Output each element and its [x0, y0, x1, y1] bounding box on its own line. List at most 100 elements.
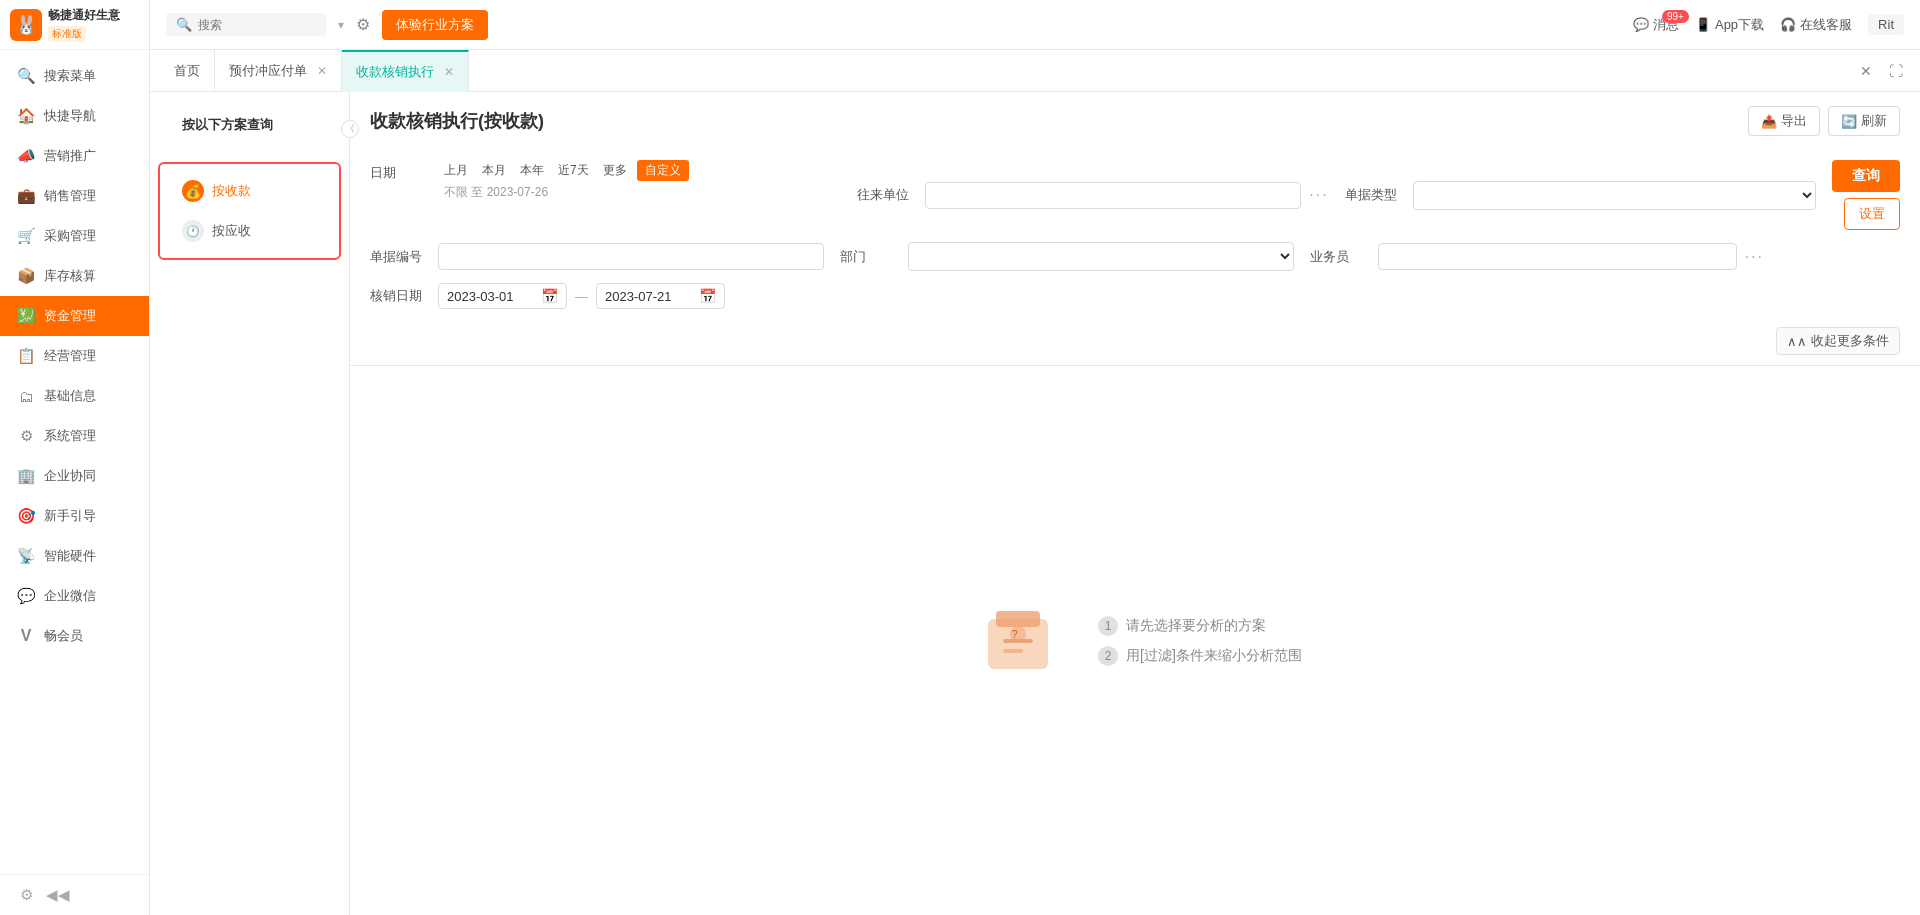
- refresh-button[interactable]: 🔄 刷新: [1828, 106, 1900, 136]
- filter-row-3: 核销日期 📅 — 📅: [350, 277, 1920, 319]
- inventory-icon: 📦: [16, 266, 36, 286]
- salesperson-dots[interactable]: ···: [1745, 248, 1764, 266]
- tab-prepay-label: 预付冲应付单: [229, 62, 307, 80]
- page-title-row: 收款核销执行(按收款) 📤 导出 🔄 刷新: [350, 92, 1920, 136]
- tab-close-all-icon[interactable]: ✕: [1852, 57, 1880, 85]
- message-icon-item[interactable]: 💬 消息 99+: [1633, 16, 1679, 34]
- message-badge: 99+: [1662, 10, 1689, 23]
- verify-date-filter-group: 核销日期 📅 — 📅: [370, 283, 725, 309]
- empty-illustration: ?: [968, 589, 1068, 692]
- collapse-sidebar-icon[interactable]: ◀◀: [48, 885, 68, 905]
- user-avatar[interactable]: Rit: [1868, 14, 1904, 35]
- receipt-icon: 💰: [182, 180, 204, 202]
- collapse-more-button[interactable]: ∧∧ 收起更多条件: [1776, 327, 1900, 355]
- topbar-search-box[interactable]: 🔍: [166, 13, 326, 36]
- settings-footer-icon[interactable]: ⚙: [16, 885, 36, 905]
- topbar-dropdown-icon[interactable]: ▾: [338, 18, 344, 32]
- content-area: 按以下方案查询 《 💰 按收款 🕐 按应收 收款核销执行(按收款): [150, 92, 1920, 915]
- tab-expand-icon[interactable]: ⛶: [1882, 57, 1910, 85]
- date-tab-custom[interactable]: 自定义: [637, 160, 689, 181]
- app-logo: 🐰 畅捷通好生意 标准版: [0, 0, 149, 50]
- left-panel: 按以下方案查询 《 💰 按收款 🕐 按应收: [150, 92, 350, 915]
- logo-text-wrapper: 畅捷通好生意 标准版: [48, 7, 120, 42]
- export-button[interactable]: 📤 导出: [1748, 106, 1820, 136]
- solution-button[interactable]: 体验行业方案: [382, 10, 488, 40]
- sidebar-item-sales-label: 销售管理: [44, 187, 96, 205]
- left-panel-item-by-receipt[interactable]: 💰 按收款: [166, 172, 333, 210]
- tip-num-2: 2: [1098, 646, 1118, 666]
- verify-date-start-wrapper[interactable]: 📅: [438, 283, 567, 309]
- sidebar-item-sales[interactable]: 💼 销售管理: [0, 176, 149, 216]
- sidebar-item-inventory[interactable]: 📦 库存核算: [0, 256, 149, 296]
- salesperson-filter-label: 业务员: [1310, 248, 1370, 266]
- sidebar-item-hardware-label: 智能硬件: [44, 547, 96, 565]
- tab-home[interactable]: 首页: [160, 50, 215, 92]
- tab-prepay-close[interactable]: ✕: [317, 64, 327, 78]
- sidebar-item-system[interactable]: ⚙ 系统管理: [0, 416, 149, 456]
- marketing-icon: 📣: [16, 146, 36, 166]
- salesperson-input[interactable]: [1378, 243, 1737, 270]
- dept-filter-label: 部门: [840, 248, 900, 266]
- order-no-filter-group: 单据编号: [370, 243, 824, 270]
- date-tab-this-month[interactable]: 本月: [478, 160, 510, 181]
- online-service-label: 在线客服: [1800, 16, 1852, 34]
- settings-button[interactable]: 设置: [1844, 198, 1900, 230]
- dept-filter-group: 部门: [840, 242, 1294, 271]
- sidebar-item-wechat[interactable]: 💬 企业微信: [0, 576, 149, 616]
- date-tabs-row: 上月 本月 本年 近7天 更多 自定义: [440, 160, 689, 181]
- topbar: 🔍 ▾ ⚙ 体验行业方案 💬 消息 99+ 📱 App下载 🎧 在线客服 Rit: [150, 0, 1920, 50]
- verify-date-label: 核销日期: [370, 287, 430, 305]
- online-service-item[interactable]: 🎧 在线客服: [1780, 16, 1852, 34]
- svg-rect-3: [1003, 649, 1023, 653]
- left-panel-item-receipt-label: 按收款: [212, 182, 251, 200]
- sidebar-item-guide[interactable]: 🎯 新手引导: [0, 496, 149, 536]
- partner-input[interactable]: [925, 182, 1301, 209]
- empty-tip-2: 2 用[过滤]条件来缩小分析范围: [1098, 646, 1302, 666]
- date-tab-more[interactable]: 更多: [599, 160, 631, 181]
- order-type-select[interactable]: [1413, 181, 1816, 210]
- verify-date-end-input[interactable]: [605, 289, 695, 304]
- date-tab-this-year[interactable]: 本年: [516, 160, 548, 181]
- topbar-gear-icon[interactable]: ⚙: [356, 15, 370, 34]
- tab-receivable[interactable]: 收款核销执行 ✕: [342, 50, 469, 92]
- app-download-label: App下载: [1715, 16, 1764, 34]
- tab-receivable-close[interactable]: ✕: [444, 65, 454, 79]
- refresh-icon: 🔄: [1841, 114, 1857, 129]
- order-type-filter-group: 单据类型: [1345, 160, 1816, 230]
- date-filter-group: 日期 上月 本月 本年 近7天 更多 自定义 不限 至 2023-07-26: [370, 160, 841, 230]
- sidebar-item-wechat-label: 企业微信: [44, 587, 96, 605]
- verify-date-end-wrapper[interactable]: 📅: [596, 283, 725, 309]
- verify-date-start-calendar-icon[interactable]: 📅: [541, 288, 558, 304]
- sidebar-item-basic[interactable]: 🗂 基础信息: [0, 376, 149, 416]
- sidebar-item-quicknav[interactable]: 🏠 快捷导航: [0, 96, 149, 136]
- collapse-panel-icon[interactable]: 《: [341, 120, 359, 138]
- tab-prepay[interactable]: 预付冲应付单 ✕: [215, 50, 342, 92]
- date-tab-last-month[interactable]: 上月: [440, 160, 472, 181]
- service-icon: 🎧: [1780, 17, 1796, 32]
- sidebar-item-member[interactable]: V 畅会员: [0, 616, 149, 656]
- sidebar-item-finance-label: 资金管理: [44, 307, 96, 325]
- sidebar-item-finance[interactable]: 💹 资金管理: [0, 296, 149, 336]
- query-button[interactable]: 查询: [1832, 160, 1900, 192]
- order-no-input[interactable]: [438, 243, 824, 270]
- verify-date-end-calendar-icon[interactable]: 📅: [699, 288, 716, 304]
- sidebar-item-purchase[interactable]: 🛒 采购管理: [0, 216, 149, 256]
- sidebar-item-hardware[interactable]: 📡 智能硬件: [0, 536, 149, 576]
- logo-icon: 🐰: [10, 9, 42, 41]
- sidebar-item-enterprise[interactable]: 🏢 企业协同: [0, 456, 149, 496]
- left-panel-item-receivable-label: 按应收: [212, 222, 251, 240]
- sidebar-item-marketing[interactable]: 📣 营销推广: [0, 136, 149, 176]
- dept-select[interactable]: [908, 242, 1294, 271]
- left-panel-item-by-receivable[interactable]: 🕐 按应收: [166, 212, 333, 250]
- date-tab-7days[interactable]: 近7天: [554, 160, 593, 181]
- topbar-search-input[interactable]: [198, 18, 308, 32]
- sidebar-item-search[interactable]: 🔍 搜索菜单: [0, 56, 149, 96]
- partner-dots[interactable]: ···: [1309, 186, 1328, 204]
- receivable-icon: 🕐: [182, 220, 204, 242]
- order-type-filter-label: 单据类型: [1345, 186, 1405, 204]
- filter-row-1: 日期 上月 本月 本年 近7天 更多 自定义 不限 至 2023-07-26: [350, 148, 1920, 236]
- collapse-label: 收起更多条件: [1811, 332, 1889, 350]
- sidebar-item-operations[interactable]: 📋 经营管理: [0, 336, 149, 376]
- verify-date-start-input[interactable]: [447, 289, 537, 304]
- app-download-item[interactable]: 📱 App下载: [1695, 16, 1764, 34]
